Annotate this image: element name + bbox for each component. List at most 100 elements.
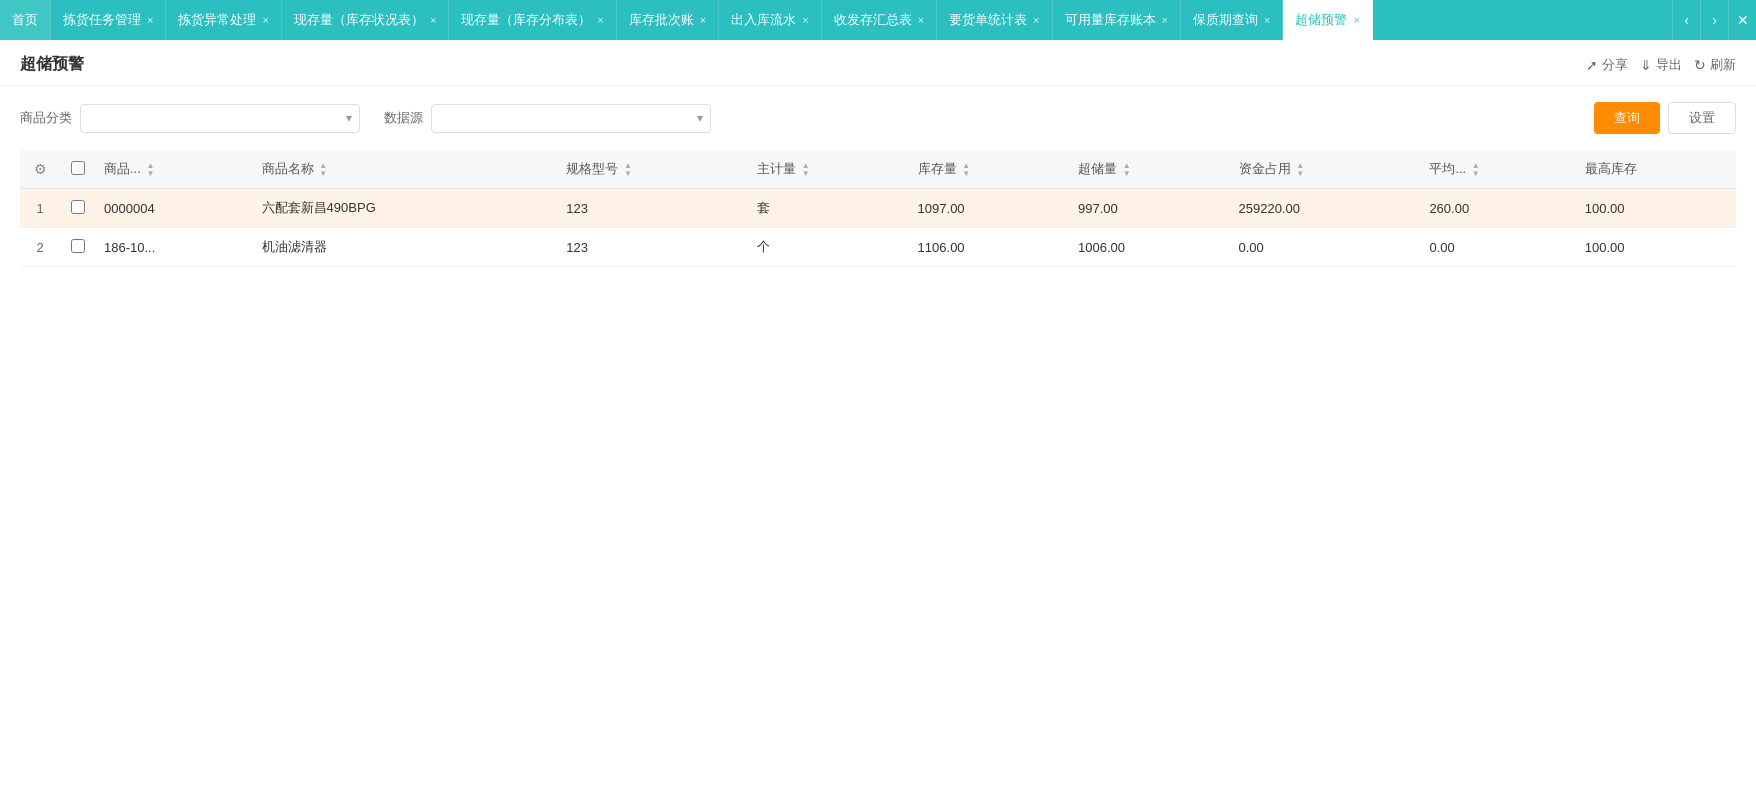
row-checkbox[interactable] bbox=[71, 239, 85, 253]
row-code: 186-10... bbox=[96, 228, 254, 267]
close-icon[interactable]: × bbox=[802, 14, 808, 26]
row-name: 机油滤清器 bbox=[254, 228, 559, 267]
close-icon[interactable]: × bbox=[147, 14, 153, 26]
nav-item-home[interactable]: 首页 bbox=[0, 0, 51, 40]
table-wrapper: ⚙ 商品... ▲▼ 商品名称 ▲▼ 规格型号 ▲▼ bbox=[0, 150, 1756, 267]
export-button[interactable]: ⇓ 导出 bbox=[1640, 56, 1682, 74]
sort-icon[interactable]: ▲▼ bbox=[802, 162, 810, 178]
row-stock: 1106.00 bbox=[910, 228, 1070, 267]
close-icon[interactable]: × bbox=[597, 14, 603, 26]
category-input[interactable] bbox=[80, 104, 360, 133]
row-capital: 0.00 bbox=[1231, 228, 1422, 267]
query-button[interactable]: 查询 bbox=[1594, 102, 1660, 134]
row-overflow: 997.00 bbox=[1070, 189, 1230, 228]
filter-actions: 查询 设置 bbox=[1594, 102, 1736, 134]
row-overflow: 1006.00 bbox=[1070, 228, 1230, 267]
row-capital: 259220.00 bbox=[1231, 189, 1422, 228]
share-button[interactable]: ➚ 分享 bbox=[1586, 56, 1628, 74]
nav-item-stock-status[interactable]: 现存量（库存状况表） × bbox=[282, 0, 449, 40]
select-all-checkbox[interactable] bbox=[71, 161, 85, 175]
th-max-stock: 最高库存 bbox=[1577, 150, 1736, 189]
sort-icon[interactable]: ▲▼ bbox=[1472, 162, 1480, 178]
nav-next-button[interactable]: › bbox=[1700, 0, 1728, 40]
sort-icon[interactable]: ▲▼ bbox=[146, 162, 154, 178]
refresh-button[interactable]: ↻ 刷新 bbox=[1694, 56, 1736, 74]
sort-icon[interactable]: ▲▼ bbox=[319, 162, 327, 178]
nav-item-task-mgmt[interactable]: 拣货任务管理 × bbox=[51, 0, 166, 40]
nav-prev-button[interactable]: ‹ bbox=[1672, 0, 1700, 40]
row-checkbox-cell bbox=[60, 228, 96, 267]
close-icon[interactable]: × bbox=[1162, 14, 1168, 26]
row-avg: 260.00 bbox=[1421, 189, 1576, 228]
page-title: 超储预警 bbox=[20, 54, 84, 75]
row-code: 0000004 bbox=[96, 189, 254, 228]
th-stock: 库存量 ▲▼ bbox=[910, 150, 1070, 189]
nav-item-summary[interactable]: 收发存汇总表 × bbox=[822, 0, 937, 40]
close-icon[interactable]: × bbox=[1033, 14, 1039, 26]
top-navigation: 首页 拣货任务管理 × 拣货异常处理 × 现存量（库存状况表） × 现存量（库存… bbox=[0, 0, 1756, 40]
data-table: ⚙ 商品... ▲▼ 商品名称 ▲▼ 规格型号 ▲▼ bbox=[20, 150, 1736, 267]
close-icon[interactable]: × bbox=[700, 14, 706, 26]
page-actions: ➚ 分享 ⇓ 导出 ↻ 刷新 bbox=[1586, 56, 1736, 74]
row-spec: 123 bbox=[558, 189, 749, 228]
category-filter-group: 商品分类 ▾ bbox=[20, 104, 360, 133]
row-number: 2 bbox=[20, 228, 60, 267]
th-checkbox bbox=[60, 150, 96, 189]
close-icon[interactable]: × bbox=[430, 14, 436, 26]
nav-item-available-stock[interactable]: 可用量库存账本 × bbox=[1053, 0, 1181, 40]
nav-item-order-stats[interactable]: 要货单统计表 × bbox=[937, 0, 1052, 40]
row-avg: 0.00 bbox=[1421, 228, 1576, 267]
th-name: 商品名称 ▲▼ bbox=[254, 150, 559, 189]
gear-icon[interactable]: ⚙ bbox=[34, 161, 47, 177]
nav-arrows: ‹ › ✕ bbox=[1672, 0, 1756, 40]
datasource-label: 数据源 bbox=[384, 109, 423, 127]
close-icon[interactable]: × bbox=[1264, 14, 1270, 26]
row-name: 六配套新昌490BPG bbox=[254, 189, 559, 228]
nav-close-all-button[interactable]: ✕ bbox=[1728, 0, 1756, 40]
sort-icon[interactable]: ▲▼ bbox=[624, 162, 632, 178]
table-header: ⚙ 商品... ▲▼ 商品名称 ▲▼ 规格型号 ▲▼ bbox=[20, 150, 1736, 189]
close-icon[interactable]: × bbox=[918, 14, 924, 26]
row-max-stock: 100.00 bbox=[1577, 189, 1736, 228]
row-unit: 套 bbox=[749, 189, 909, 228]
settings-button[interactable]: 设置 bbox=[1668, 102, 1736, 134]
datasource-select-wrapper: 可用量 ▾ bbox=[431, 104, 711, 133]
th-spec: 规格型号 ▲▼ bbox=[558, 150, 749, 189]
sort-icon[interactable]: ▲▼ bbox=[1296, 162, 1304, 178]
refresh-icon: ↻ bbox=[1694, 57, 1706, 73]
category-label: 商品分类 bbox=[20, 109, 72, 127]
row-stock: 1097.00 bbox=[910, 189, 1070, 228]
row-number: 1 bbox=[20, 189, 60, 228]
row-max-stock: 100.00 bbox=[1577, 228, 1736, 267]
nav-item-overflow-warning[interactable]: 超储预警 × bbox=[1283, 0, 1372, 40]
share-icon: ➚ bbox=[1586, 57, 1598, 73]
th-overflow: 超储量 ▲▼ bbox=[1070, 150, 1230, 189]
row-checkbox[interactable] bbox=[71, 200, 85, 214]
nav-item-exception[interactable]: 拣货异常处理 × bbox=[166, 0, 281, 40]
filter-bar: 商品分类 ▾ 数据源 可用量 ▾ 查询 设置 bbox=[0, 86, 1756, 150]
row-spec: 123 bbox=[558, 228, 749, 267]
page-content: 超储预警 ➚ 分享 ⇓ 导出 ↻ 刷新 商品分类 ▾ 数据源 bbox=[0, 40, 1756, 800]
table-row: 1 0000004 六配套新昌490BPG 123 套 1097.00 997.… bbox=[20, 189, 1736, 228]
sort-icon[interactable]: ▲▼ bbox=[1123, 162, 1131, 178]
page-header: 超储预警 ➚ 分享 ⇓ 导出 ↻ 刷新 bbox=[0, 40, 1756, 86]
table-body: 1 0000004 六配套新昌490BPG 123 套 1097.00 997.… bbox=[20, 189, 1736, 267]
th-capital: 资金占用 ▲▼ bbox=[1231, 150, 1422, 189]
close-icon[interactable]: × bbox=[1353, 14, 1359, 26]
th-settings: ⚙ bbox=[20, 150, 60, 189]
row-checkbox-cell bbox=[60, 189, 96, 228]
table-row: 2 186-10... 机油滤清器 123 个 1106.00 1006.00 … bbox=[20, 228, 1736, 267]
datasource-input[interactable]: 可用量 bbox=[431, 104, 711, 133]
nav-item-batch-account[interactable]: 库存批次账 × bbox=[617, 0, 719, 40]
datasource-filter-group: 数据源 可用量 ▾ bbox=[384, 104, 711, 133]
nav-item-expiry[interactable]: 保质期查询 × bbox=[1181, 0, 1283, 40]
category-select-wrapper: ▾ bbox=[80, 104, 360, 133]
close-icon[interactable]: × bbox=[262, 14, 268, 26]
th-unit: 主计量 ▲▼ bbox=[749, 150, 909, 189]
nav-item-inout-flow[interactable]: 出入库流水 × bbox=[719, 0, 821, 40]
nav-item-stock-dist[interactable]: 现存量（库存分布表） × bbox=[449, 0, 616, 40]
th-avg: 平均... ▲▼ bbox=[1421, 150, 1576, 189]
export-icon: ⇓ bbox=[1640, 57, 1652, 73]
sort-icon[interactable]: ▲▼ bbox=[962, 162, 970, 178]
th-code: 商品... ▲▼ bbox=[96, 150, 254, 189]
